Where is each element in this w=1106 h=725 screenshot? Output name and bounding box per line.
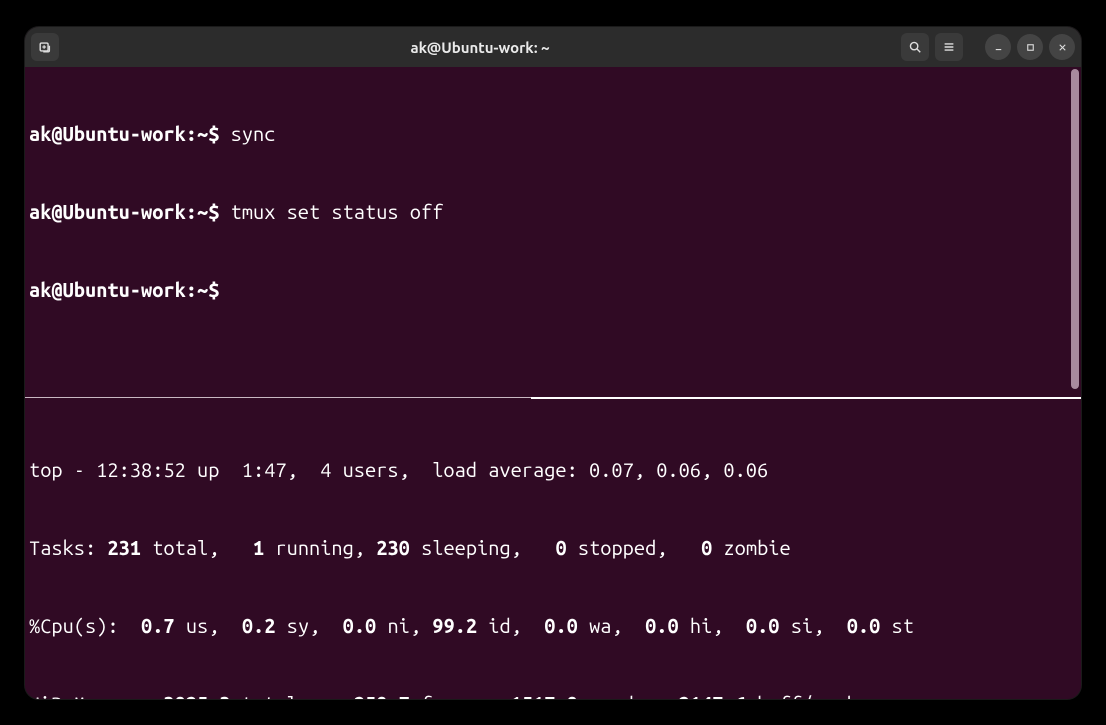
window-title: ak@Ubuntu-work: ~: [65, 39, 895, 56]
new-tab-button[interactable]: [31, 33, 59, 61]
close-button[interactable]: [1049, 34, 1075, 60]
top-tasks-line: Tasks: 231 total, 1 running, 230 sleepin…: [29, 535, 1077, 561]
tmux-upper-pane[interactable]: ak@Ubuntu-work:~$ sync ak@Ubuntu-work:~$…: [25, 67, 1081, 397]
search-button[interactable]: [901, 33, 929, 61]
terminal-body[interactable]: ak@Ubuntu-work:~$ sync ak@Ubuntu-work:~$…: [25, 67, 1081, 699]
maximize-button[interactable]: [1017, 34, 1043, 60]
shell-prompt: ak@Ubuntu-work:~$: [29, 200, 219, 223]
tmux-lower-pane[interactable]: top - 12:38:52 up 1:47, 4 users, load av…: [25, 399, 1081, 699]
shell-line: ak@Ubuntu-work:~$ sync: [29, 121, 1077, 147]
scrollbar[interactable]: [1071, 69, 1079, 697]
minimize-button[interactable]: [985, 34, 1011, 60]
shell-line: ak@Ubuntu-work:~$: [29, 277, 1077, 303]
shell-line: ak@Ubuntu-work:~$ tmux set status off: [29, 199, 1077, 225]
shell-prompt: ak@Ubuntu-work:~$: [29, 122, 219, 145]
top-mem-line: MiB Mem : 3925.3 total, 259.7 free, 1517…: [29, 691, 1077, 699]
titlebar: ak@Ubuntu-work: ~: [25, 27, 1081, 67]
shell-prompt: ak@Ubuntu-work:~$: [29, 278, 219, 301]
top-cpu-line: %Cpu(s): 0.7 us, 0.2 sy, 0.0 ni, 99.2 id…: [29, 613, 1077, 639]
shell-command: tmux set status off: [231, 200, 444, 223]
hamburger-menu-button[interactable]: [935, 33, 963, 61]
shell-command: sync: [231, 122, 276, 145]
terminal-window: ak@Ubuntu-work: ~ ak@Ubuntu-work:~$ sync…: [25, 27, 1081, 699]
top-summary-line: top - 12:38:52 up 1:47, 4 users, load av…: [29, 457, 1077, 483]
scrollbar-thumb[interactable]: [1071, 69, 1079, 389]
